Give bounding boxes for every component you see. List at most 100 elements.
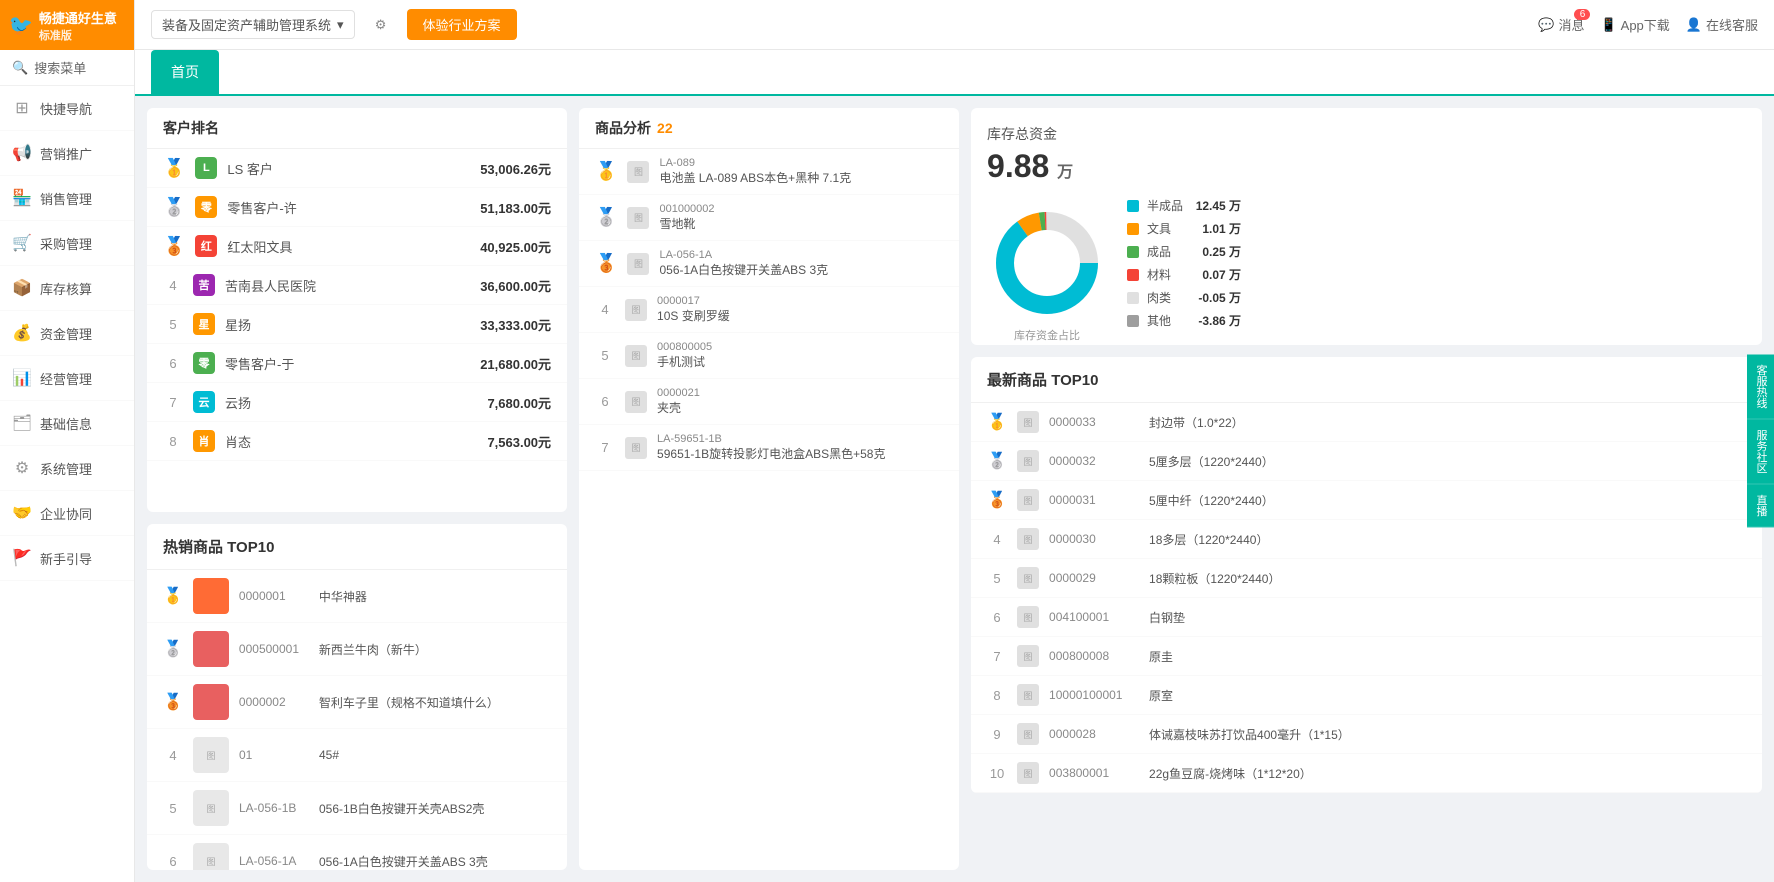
- product-ranking-row[interactable]: 4 图 0000017 10S 变刷罗缓: [579, 287, 959, 333]
- customer-name: 云扬: [225, 393, 477, 412]
- message-icon: 💬: [1538, 17, 1554, 33]
- product-image-placeholder: 图: [193, 843, 229, 870]
- online-service-button[interactable]: 👤 在线客服: [1686, 15, 1758, 34]
- product-img-placeholder: 图: [625, 299, 647, 321]
- customer-ranking-row[interactable]: 5 星 星扬 33,333.00元: [147, 305, 567, 344]
- product-ranking-row[interactable]: 6 图 0000021 夹壳: [579, 379, 959, 425]
- newest-product-row[interactable]: 6 图 004100001 白钢垫: [971, 598, 1762, 637]
- customer-ranking-title: 客户排名: [147, 108, 567, 149]
- legend-color: [1127, 269, 1139, 281]
- hot-product-row[interactable]: 🥇 0000001 中华神器: [147, 570, 567, 623]
- sidebar-item-shortcuts[interactable]: ⊞ 快捷导航: [0, 86, 134, 131]
- system-selector[interactable]: 装备及固定资产辅助管理系统 ▾: [151, 10, 355, 39]
- customer-name: 红太阳文具: [227, 237, 470, 256]
- customer-amount: 53,006.26元: [480, 159, 551, 178]
- legend-color: [1127, 315, 1139, 327]
- newest-product-row[interactable]: 10 图 003800001 22g鱼豆腐-烧烤味（1*12*20）: [971, 754, 1762, 793]
- purchase-icon: 🛒: [12, 233, 32, 253]
- sidebar-item-operations[interactable]: 📊 经营管理: [0, 356, 134, 401]
- product-img-placeholder: 图: [627, 207, 649, 229]
- sidebar-item-system[interactable]: ⚙ 系统管理: [0, 446, 134, 491]
- product-ranking-row[interactable]: 🥇 图 LA-089 电池盖 LA-089 ABS本色+黑种 7.1克: [579, 149, 959, 195]
- product-ranking-row[interactable]: 🥈 图 001000002 雪地靴: [579, 195, 959, 241]
- logo-text: 畅捷通好生意 标准版: [39, 8, 117, 43]
- message-button[interactable]: 💬 消息 6: [1538, 15, 1584, 34]
- customer-ranking-row[interactable]: 🥇 L LS 客户 53,006.26元: [147, 149, 567, 188]
- product-ranking-row[interactable]: 5 图 000800005 手机测试: [579, 333, 959, 379]
- customer-ranking-row[interactable]: 7 云 云扬 7,680.00元: [147, 383, 567, 422]
- float-buttons: 客服热线 服务社区 直播: [1747, 355, 1774, 528]
- mid-panel: 商品分析 22 🥇 图 LA-089 电池盖 LA-089 ABS本色+黑种 7…: [579, 96, 959, 882]
- customer-amount: 21,680.00元: [480, 354, 551, 373]
- customer-amount: 7,563.00元: [487, 432, 551, 451]
- tab-home[interactable]: 首页: [151, 50, 219, 94]
- hot-product-row[interactable]: 🥉 0000002 智利车子里（规格不知道填什么）: [147, 676, 567, 729]
- newest-product-row[interactable]: 8 图 10000100001 原室: [971, 676, 1762, 715]
- sidebar-item-guide[interactable]: 🚩 新手引导: [0, 536, 134, 581]
- product-ranking-row[interactable]: 7 图 LA-59651-1B 59651-1B旋转投影灯电池盒ABS黑色+58…: [579, 425, 959, 471]
- customer-ranking-row[interactable]: 8 肖 肖态 7,563.00元: [147, 422, 567, 461]
- sidebar-item-purchase[interactable]: 🛒 采购管理: [0, 221, 134, 266]
- customer-ranking-row[interactable]: 🥉 红 红太阳文具 40,925.00元: [147, 227, 567, 266]
- sidebar-item-finance[interactable]: 💰 资金管理: [0, 311, 134, 356]
- legend-color: [1127, 246, 1139, 258]
- message-badge: 6: [1574, 9, 1590, 20]
- inventory-icon: 📦: [12, 278, 32, 298]
- newest-product-img: 图: [1017, 567, 1039, 589]
- search-icon: 🔍: [12, 60, 28, 76]
- donut-svg: [987, 203, 1107, 323]
- float-btn-community[interactable]: 服务社区: [1747, 420, 1774, 485]
- donut-area: 库存资金占比 半成品 12.45 万 文具 1.01 万 成品 0.25 万 材…: [987, 197, 1746, 329]
- float-btn-live[interactable]: 直播: [1747, 485, 1774, 528]
- newest-product-row[interactable]: 🥇 图 0000033 封边带（1.0*22）: [971, 403, 1762, 442]
- trial-button[interactable]: 体验行业方案: [407, 9, 517, 40]
- hot-product-row[interactable]: 🥈 000500001 新西兰牛肉（新牛）: [147, 623, 567, 676]
- float-btn-service[interactable]: 客服热线: [1747, 355, 1774, 420]
- hot-product-row[interactable]: 5 图 LA-056-1B 056-1B白色按键开关壳ABS2壳: [147, 782, 567, 835]
- inventory-title: 库存总资金: [987, 124, 1746, 144]
- customer-amount: 51,183.00元: [480, 198, 551, 217]
- product-ranking-row[interactable]: 🥉 图 LA-056-1A 056-1A白色按键开关盖ABS 3克: [579, 241, 959, 287]
- customer-ranking-row[interactable]: 6 零 零售客户-于 21,680.00元: [147, 344, 567, 383]
- customer-ranking-card: 客户排名 🥇 L LS 客户 53,006.26元 🥈 零 零售客户-许 51,…: [147, 108, 567, 512]
- sidebar-item-basics[interactable]: 🗂 基础信息: [0, 401, 134, 446]
- legend-color: [1127, 200, 1139, 212]
- sidebar-item-collab[interactable]: 🤝 企业协同: [0, 491, 134, 536]
- legend-color: [1127, 292, 1139, 304]
- left-panel: 客户排名 🥇 L LS 客户 53,006.26元 🥈 零 零售客户-许 51,…: [135, 96, 579, 882]
- tab-bar: 首页: [135, 50, 1774, 96]
- customer-ranking-row[interactable]: 🥈 零 零售客户-许 51,183.00元: [147, 188, 567, 227]
- hot-products-card: 热销商品 TOP10 🥇 0000001 中华神器 🥈 000500001 新西…: [147, 524, 567, 870]
- sidebar-item-inventory[interactable]: 📦 库存核算: [0, 266, 134, 311]
- newest-product-row[interactable]: 5 图 0000029 18颗粒板（1220*2440）: [971, 559, 1762, 598]
- customer-amount: 36,600.00元: [480, 276, 551, 295]
- customer-name: LS 客户: [227, 159, 470, 178]
- sidebar-item-marketing[interactable]: 📢 营销推广: [0, 131, 134, 176]
- newest-product-row[interactable]: 4 图 0000030 18多层（1220*2440）: [971, 520, 1762, 559]
- finance-icon: 💰: [12, 323, 32, 343]
- product-image: [193, 578, 229, 614]
- guide-icon: 🚩: [12, 548, 32, 568]
- service-icon: 👤: [1686, 17, 1702, 33]
- customer-ranking-row[interactable]: 4 苦 苦南县人民医院 36,600.00元: [147, 266, 567, 305]
- customer-ranking-list: 🥇 L LS 客户 53,006.26元 🥈 零 零售客户-许 51,183.0…: [147, 149, 567, 461]
- newest-product-img: 图: [1017, 528, 1039, 550]
- product-image-placeholder: 图: [193, 737, 229, 773]
- app-download-button[interactable]: 📱 App下载: [1600, 15, 1669, 34]
- newest-product-row[interactable]: 🥉 图 0000031 5厘中纤（1220*2440）: [971, 481, 1762, 520]
- newest-product-row[interactable]: 9 图 0000028 体诫嘉枝味苏打饮品400毫升（1*15）: [971, 715, 1762, 754]
- customer-name: 肖态: [225, 432, 477, 451]
- hot-product-row[interactable]: 4 图 01 45#: [147, 729, 567, 782]
- sidebar-item-sales[interactable]: 🏪 销售管理: [0, 176, 134, 221]
- customer-amount: 7,680.00元: [487, 393, 551, 412]
- newest-product-img: 图: [1017, 723, 1039, 745]
- newest-product-row[interactable]: 7 图 000800008 原圭: [971, 637, 1762, 676]
- newest-product-img: 图: [1017, 684, 1039, 706]
- sidebar-search[interactable]: 🔍 搜索菜单: [0, 50, 134, 86]
- newest-product-img: 图: [1017, 489, 1039, 511]
- settings-button[interactable]: ⚙: [367, 11, 395, 39]
- customer-name: 零售客户-于: [225, 354, 470, 373]
- newest-product-row[interactable]: 🥈 图 0000032 5厘多层（1220*2440）: [971, 442, 1762, 481]
- shortcuts-icon: ⊞: [12, 98, 32, 118]
- hot-product-row[interactable]: 6 图 LA-056-1A 056-1A白色按键开关盖ABS 3壳: [147, 835, 567, 870]
